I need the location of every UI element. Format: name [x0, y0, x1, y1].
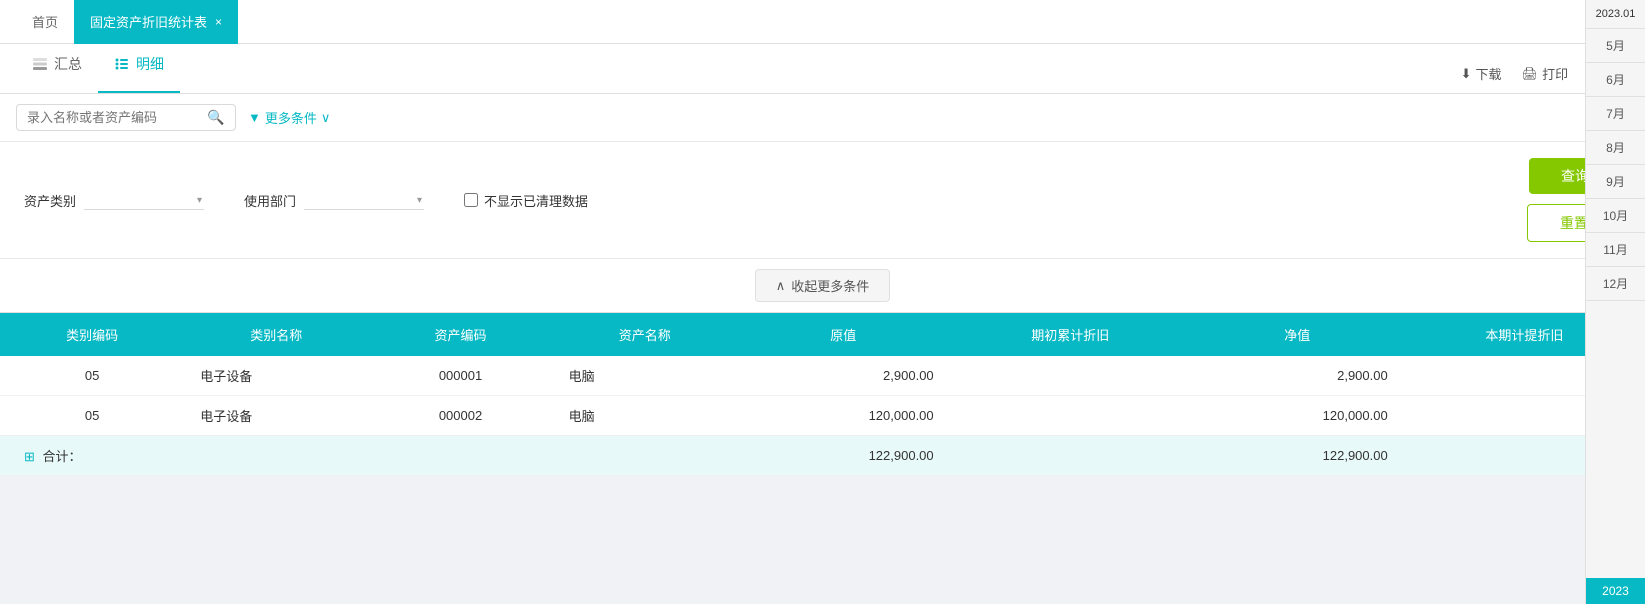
use-department-field: 使用部门 ▾ [244, 190, 424, 210]
tab-close-icon[interactable]: × [215, 15, 222, 29]
active-tab[interactable]: 固定资产折旧统计表 × [74, 0, 238, 44]
right-panel: 2023.01 5月 6月 7月 8月 9月 10月 11月 12月 2023 [1585, 0, 1645, 604]
right-panel-month-12[interactable]: 12月 [1586, 267, 1645, 301]
use-department-select-wrap: ▾ [304, 190, 424, 210]
cell-net-value: 120,000.00 [1191, 396, 1404, 436]
collapse-button[interactable]: ∧ 收起更多条件 [755, 269, 891, 302]
total-icon: ⊞ [24, 449, 35, 464]
right-panel-month-7[interactable]: 7月 [1586, 97, 1645, 131]
cell-accumulated-depreciation [950, 396, 1191, 436]
right-panel-month-8[interactable]: 8月 [1586, 131, 1645, 165]
cell-accumulated-depreciation [950, 356, 1191, 396]
asset-category-field: 资产类别 ▾ [24, 190, 204, 210]
home-tab[interactable]: 首页 [16, 12, 74, 31]
tab-detail-label: 明细 [136, 54, 164, 74]
cell-original-value: 120,000.00 [737, 396, 950, 436]
hide-cleared-field: 不显示已清理数据 [464, 191, 588, 210]
download-label: 下载 [1476, 64, 1502, 83]
hide-cleared-checkbox[interactable] [464, 193, 478, 207]
use-department-label: 使用部门 [244, 191, 296, 210]
download-button[interactable]: ⬇ 下载 [1461, 64, 1502, 83]
col-header-original-value: 原值 [737, 313, 950, 356]
cell-total-empty2 [553, 436, 737, 476]
print-icon: 🖨 [1522, 66, 1539, 82]
search-icon[interactable]: 🔍 [207, 109, 224, 126]
right-panel-month-5[interactable]: 5月 [1586, 29, 1645, 63]
download-icon: ⬇ [1461, 66, 1472, 82]
asset-category-select-wrap: ▾ [84, 190, 204, 210]
cell-original-value: 2,900.00 [737, 356, 950, 396]
cell-total-net-value: 122,900.00 [1191, 436, 1404, 476]
layers-icon [32, 56, 48, 72]
cell-total-empty1 [368, 436, 552, 476]
chevron-down-icon: ∨ [321, 110, 331, 126]
print-label: 打印 [1542, 64, 1568, 83]
search-bar: 🔍 ▼ 更多条件 ∨ › [0, 94, 1645, 142]
data-table: 类别编码 类别名称 资产编码 资产名称 原值 期初累计折旧 净值 本期计提折旧 … [0, 313, 1645, 476]
tab-summary[interactable]: 汇总 [16, 44, 98, 93]
table-header-row: 类别编码 类别名称 资产编码 资产名称 原值 期初累计折旧 净值 本期计提折旧 [0, 313, 1645, 356]
table-row: 05 电子设备 000001 电脑 2,900.00 2,900.00 [0, 356, 1645, 396]
right-panel-month-6[interactable]: 6月 [1586, 63, 1645, 97]
top-nav: 首页 固定资产折旧统计表 × ✕ [0, 0, 1645, 44]
active-tab-label: 固定资产折旧统计表 [90, 12, 207, 31]
hide-cleared-label: 不显示已清理数据 [484, 191, 588, 210]
use-department-select[interactable] [304, 190, 424, 210]
cell-total-accumulated-depreciation [950, 436, 1191, 476]
col-header-accumulated-depreciation: 期初累计折旧 [950, 313, 1191, 356]
cell-category-code: 05 [0, 396, 184, 436]
cell-category-name: 电子设备 [184, 356, 368, 396]
data-table-container: 类别编码 类别名称 资产编码 资产名称 原值 期初累计折旧 净值 本期计提折旧 … [0, 313, 1645, 476]
collapse-row: ∧ 收起更多条件 [0, 259, 1645, 313]
collapse-up-icon: ∧ [776, 278, 786, 294]
filter-row: 资产类别 ▾ 使用部门 ▾ 不显示已清理数据 查询 重置 [24, 158, 1621, 242]
right-panel-month-10[interactable]: 10月 [1586, 199, 1645, 233]
cell-category-code: 05 [0, 356, 184, 396]
search-input-wrap: 🔍 [16, 104, 236, 131]
right-panel-month-11[interactable]: 11月 [1586, 233, 1645, 267]
right-panel-year[interactable]: 2023 [1586, 578, 1645, 604]
col-header-category-name: 类别名称 [184, 313, 368, 356]
right-panel-date[interactable]: 2023.01 [1586, 0, 1645, 29]
right-panel-month-9[interactable]: 9月 [1586, 165, 1645, 199]
cell-total-label: ⊞ 合计： [0, 436, 368, 476]
tab-summary-label: 汇总 [54, 54, 82, 74]
filter-more-button[interactable]: ▼ 更多条件 ∨ [248, 108, 330, 127]
col-header-net-value: 净值 [1191, 313, 1404, 356]
list-icon [114, 56, 130, 72]
sub-tabs-bar: 汇总 明细 ⬇ 下载 🖨 打印 ↻ 刷新 [0, 44, 1645, 94]
asset-category-label: 资产类别 [24, 191, 76, 210]
filter-icon: ▼ [248, 110, 261, 125]
filter-more-label: 更多条件 [265, 108, 317, 127]
collapse-label: 收起更多条件 [791, 276, 869, 295]
filter-section: 资产类别 ▾ 使用部门 ▾ 不显示已清理数据 查询 重置 [0, 142, 1645, 259]
col-header-asset-name: 资产名称 [553, 313, 737, 356]
cell-asset-name: 电脑 [553, 396, 737, 436]
table-total-row: ⊞ 合计： 122,900.00 122,900.00 [0, 436, 1645, 476]
asset-category-select[interactable] [84, 190, 204, 210]
cell-asset-code: 000001 [368, 356, 552, 396]
tab-detail[interactable]: 明细 [98, 44, 180, 93]
table-row: 05 电子设备 000002 电脑 120,000.00 120,000.00 [0, 396, 1645, 436]
print-button[interactable]: 🖨 打印 [1522, 64, 1569, 83]
col-header-asset-code: 资产编码 [368, 313, 552, 356]
cell-net-value: 2,900.00 [1191, 356, 1404, 396]
cell-category-name: 电子设备 [184, 396, 368, 436]
cell-asset-code: 000002 [368, 396, 552, 436]
cell-asset-name: 电脑 [553, 356, 737, 396]
col-header-category-code: 类别编码 [0, 313, 184, 356]
cell-total-original-value: 122,900.00 [737, 436, 950, 476]
search-input[interactable] [27, 110, 207, 125]
